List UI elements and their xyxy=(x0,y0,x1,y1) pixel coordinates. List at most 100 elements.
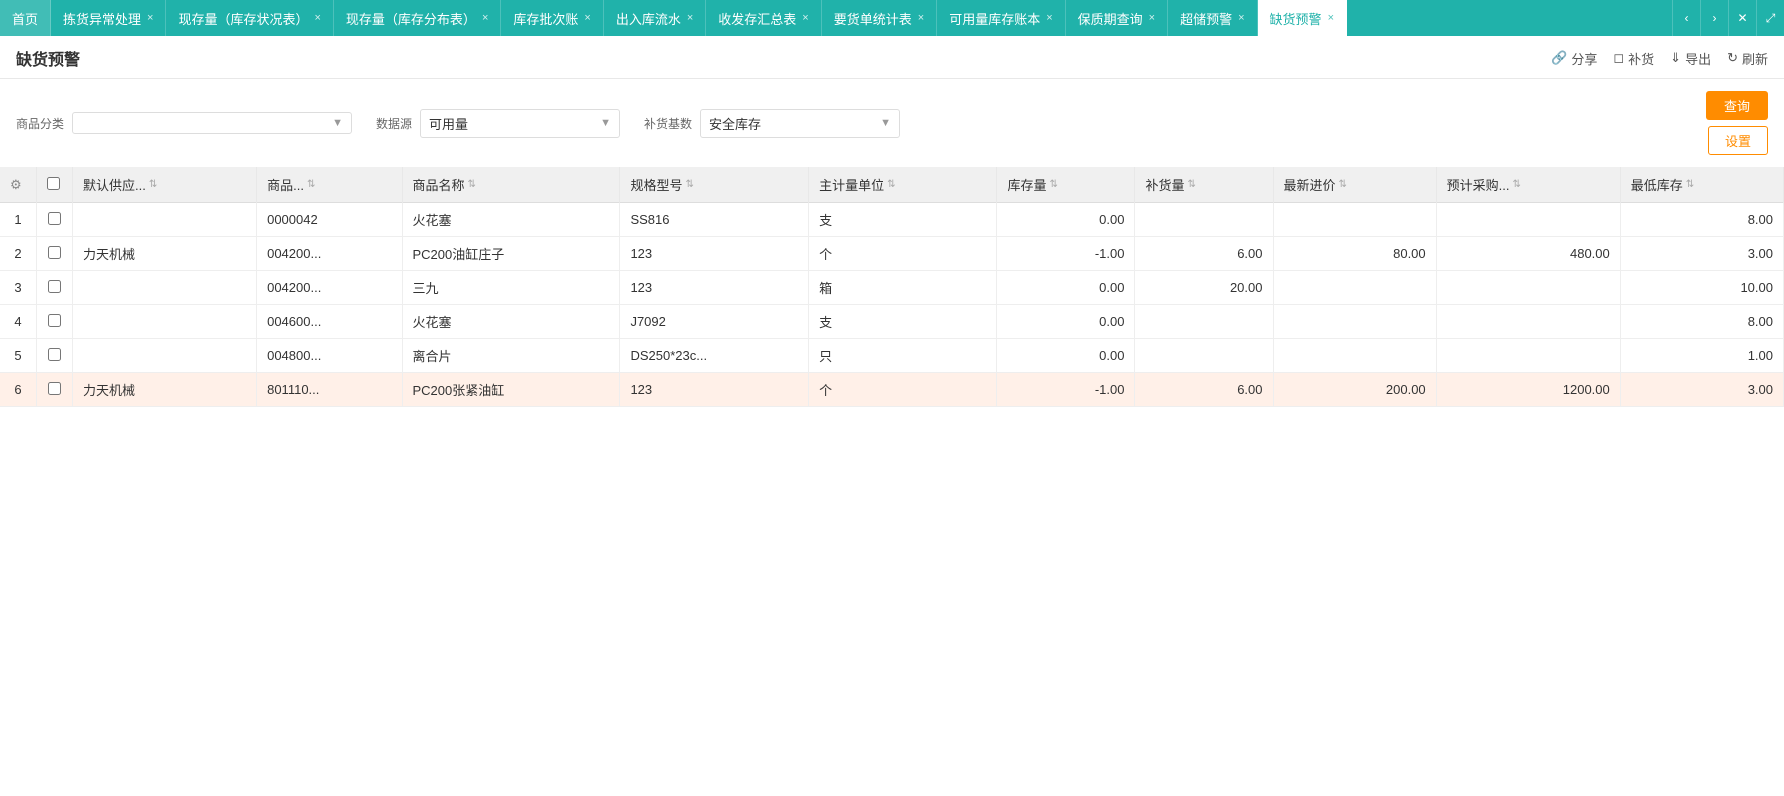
share-button[interactable]: 🔗 分享 xyxy=(1551,49,1597,68)
select-all-checkbox[interactable] xyxy=(47,177,60,190)
row-settings-cell: 6 xyxy=(0,373,37,407)
category-select[interactable]: ▼ xyxy=(72,112,352,134)
settings-button[interactable]: 设置 xyxy=(1708,126,1768,155)
col-unit: 主计量单位 ⇅ xyxy=(809,167,997,203)
row-spec: SS816 xyxy=(620,203,809,237)
row-stock: 0.00 xyxy=(997,305,1135,339)
sort-icon-replenish[interactable]: ⇅ xyxy=(1187,179,1195,190)
row-unit: 只 xyxy=(809,339,997,373)
row-stock: 0.00 xyxy=(997,339,1135,373)
export-button[interactable]: ⇓ 导出 xyxy=(1670,49,1711,68)
tab-inventory-status[interactable]: 现存量（库存状况表） × xyxy=(166,0,333,36)
row-checkbox[interactable] xyxy=(48,212,61,225)
row-unit: 个 xyxy=(809,373,997,407)
row-checkbox[interactable] xyxy=(48,348,61,361)
tab-shortage[interactable]: 缺货预警 × xyxy=(1258,0,1347,36)
export-icon: ⇓ xyxy=(1670,50,1681,66)
tab-available[interactable]: 可用量库存账本 × xyxy=(937,0,1065,36)
tab-close-summary[interactable]: × xyxy=(802,12,808,24)
row-replenish xyxy=(1135,305,1273,339)
replenish-basis-select[interactable]: 安全库存 ▼ xyxy=(700,109,900,138)
col-min-stock: 最低库存 ⇅ xyxy=(1620,167,1783,203)
row-checkbox[interactable] xyxy=(48,382,61,395)
tab-close-expiry[interactable]: × xyxy=(1149,12,1155,24)
sort-icon-stock[interactable]: ⇅ xyxy=(1049,179,1057,190)
sort-icon-estimated[interactable]: ⇅ xyxy=(1513,179,1521,190)
row-min-stock: 3.00 xyxy=(1620,237,1783,271)
row-product-name: 火花塞 xyxy=(402,305,620,339)
filter-replenish-basis: 补货基数 安全库存 ▼ xyxy=(644,109,900,138)
tab-close-flow[interactable]: × xyxy=(687,12,693,24)
row-unit: 个 xyxy=(809,237,997,271)
tab-maximize-btn[interactable]: ⤢ xyxy=(1756,0,1784,36)
tab-overstock[interactable]: 超储预警 × xyxy=(1168,0,1257,36)
sort-icon-code[interactable]: ⇅ xyxy=(307,179,315,190)
col-product-code: 商品... ⇅ xyxy=(257,167,402,203)
row-latest-price: 80.00 xyxy=(1273,237,1436,271)
tab-inventory-dist[interactable]: 现存量（库存分布表） × xyxy=(334,0,501,36)
tab-close-available[interactable]: × xyxy=(1046,12,1052,24)
row-settings-cell: 5 xyxy=(0,339,37,373)
tab-close-exception[interactable]: × xyxy=(147,12,153,24)
tab-close-overstock[interactable]: × xyxy=(1238,12,1244,24)
tab-close-inventory-dist[interactable]: × xyxy=(482,12,488,24)
datasource-select[interactable]: 可用量 ▼ xyxy=(420,109,620,138)
tab-next-btn[interactable]: › xyxy=(1700,0,1728,36)
tab-close-batch[interactable]: × xyxy=(584,12,590,24)
row-stock: -1.00 xyxy=(997,373,1135,407)
row-stock: 0.00 xyxy=(997,203,1135,237)
filter-actions: 查询 设置 xyxy=(1706,91,1768,155)
col-checkbox xyxy=(37,167,73,203)
tab-close-demand[interactable]: × xyxy=(918,12,924,24)
row-checkbox[interactable] xyxy=(48,280,61,293)
row-spec: 123 xyxy=(620,373,809,407)
row-product-name: 火花塞 xyxy=(402,203,620,237)
table-row: 6 力天机械 801110... PC200张紧油缸 123 个 -1.00 6… xyxy=(0,373,1784,407)
row-checkbox[interactable] xyxy=(48,246,61,259)
query-button[interactable]: 查询 xyxy=(1706,91,1768,120)
col-product-name: 商品名称 ⇅ xyxy=(402,167,620,203)
row-checkbox-cell xyxy=(37,373,73,407)
sort-icon-min-stock[interactable]: ⇅ xyxy=(1686,179,1694,190)
datasource-chevron-icon: ▼ xyxy=(600,117,611,129)
tab-close-shortage[interactable]: × xyxy=(1328,12,1334,24)
col-replenish: 补货量 ⇅ xyxy=(1135,167,1273,203)
share-icon: 🔗 xyxy=(1551,50,1567,66)
col-settings: ⚙ xyxy=(0,167,37,203)
table-row: 2 力天机械 004200... PC200油缸庄子 123 个 -1.00 6… xyxy=(0,237,1784,271)
row-replenish xyxy=(1135,339,1273,373)
replenish-button[interactable]: ◻ 补货 xyxy=(1613,49,1654,68)
row-latest-price xyxy=(1273,203,1436,237)
replenish-basis-chevron-icon: ▼ xyxy=(880,117,891,129)
row-product-code: 004600... xyxy=(257,305,402,339)
filter-datasource: 数据源 可用量 ▼ xyxy=(376,109,620,138)
row-spec: DS250*23c... xyxy=(620,339,809,373)
row-latest-price xyxy=(1273,339,1436,373)
tab-prev-btn[interactable]: ‹ xyxy=(1672,0,1700,36)
tab-summary[interactable]: 收发存汇总表 × xyxy=(706,0,821,36)
tab-home[interactable]: 首页 xyxy=(0,0,51,36)
tab-expiry[interactable]: 保质期查询 × xyxy=(1066,0,1168,36)
row-product-code: 004200... xyxy=(257,271,402,305)
tab-flow[interactable]: 出入库流水 × xyxy=(604,0,706,36)
row-estimated-purchase xyxy=(1436,305,1620,339)
sort-icon-unit[interactable]: ⇅ xyxy=(887,179,895,190)
tab-close-inventory-status[interactable]: × xyxy=(314,12,320,24)
sort-icon-supplier[interactable]: ⇅ xyxy=(149,179,157,190)
tab-close-all-btn[interactable]: ✕ xyxy=(1728,0,1756,36)
sort-icon-spec[interactable]: ⇅ xyxy=(685,179,693,190)
row-product-code: 0000042 xyxy=(257,203,402,237)
sort-icon-price[interactable]: ⇅ xyxy=(1339,179,1347,190)
row-checkbox-cell xyxy=(37,203,73,237)
row-latest-price: 200.00 xyxy=(1273,373,1436,407)
sort-icon-name[interactable]: ⇅ xyxy=(468,179,476,190)
tab-demand[interactable]: 要货单统计表 × xyxy=(822,0,937,36)
column-settings-icon[interactable]: ⚙ xyxy=(10,177,26,193)
row-stock: 0.00 xyxy=(997,271,1135,305)
tab-exception[interactable]: 拣货异常处理 × xyxy=(51,0,166,36)
refresh-button[interactable]: ↻ 刷新 xyxy=(1727,49,1768,68)
row-replenish xyxy=(1135,203,1273,237)
tab-batch[interactable]: 库存批次账 × xyxy=(501,0,603,36)
row-product-code: 004200... xyxy=(257,237,402,271)
row-checkbox[interactable] xyxy=(48,314,61,327)
